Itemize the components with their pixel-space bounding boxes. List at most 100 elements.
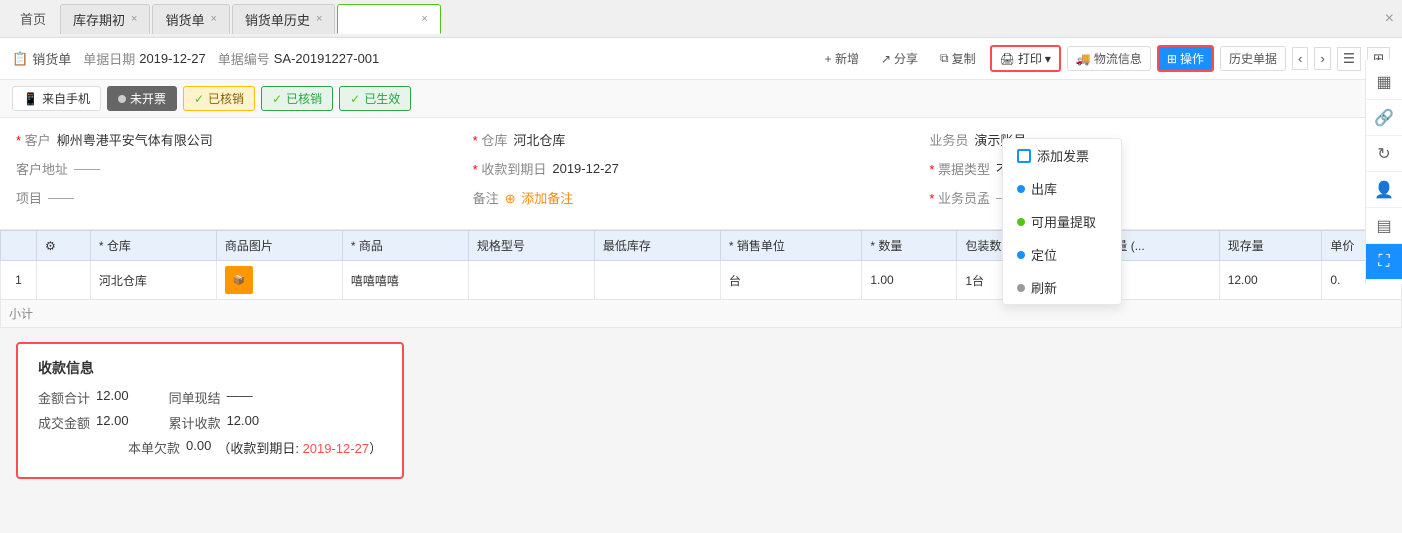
user-icon: 👤 — [1374, 180, 1394, 200]
toolbar: 📋 销货单 单据日期 2019-12-27 单据编号 SA-20191227-0… — [0, 38, 1402, 80]
refresh-label: 刷新 — [1031, 278, 1057, 297]
add-note-label: 添加备注 — [521, 191, 573, 206]
row-gear — [37, 261, 91, 300]
effective-icon: ✓ — [350, 92, 360, 106]
refresh-circle-icon: ↻ — [1377, 144, 1390, 164]
sidebar-expand-button[interactable]: ⛶ — [1366, 244, 1402, 280]
add-invoice-item[interactable]: 添加发票 — [1003, 139, 1121, 172]
warehouse-field: 仓库 河北仓库 — [473, 130, 930, 149]
sidebar-table-button[interactable]: ▤ — [1366, 208, 1402, 244]
next-button[interactable]: › — [1314, 47, 1330, 70]
add-invoice-label: 添加发票 — [1037, 146, 1089, 165]
print-dropdown-icon: ▾ — [1045, 52, 1051, 66]
payment-row-2: 成交金额 12.00 累计收款 12.00 — [38, 413, 382, 432]
history-button[interactable]: 历史单据 — [1220, 46, 1286, 71]
window-close-button[interactable]: × — [1385, 10, 1394, 28]
list-layout-button[interactable]: ☰ — [1337, 47, 1361, 71]
same-order-value: —— — [227, 388, 253, 407]
tab-sales-history-label: 销货单历史 — [245, 10, 310, 29]
stock-out-item[interactable]: 出库 — [1003, 172, 1121, 205]
salesperson2-field: 业务员孟 —— — [929, 188, 1386, 207]
same-order-label: 同单现结 — [169, 388, 221, 407]
checked-icon: ✓ — [194, 92, 204, 106]
form-row-2: 客户地址 —— 收款到期日 2019-12-27 票据类型 不开票 — [16, 159, 1386, 178]
copy-label: 复制 — [952, 50, 976, 67]
not-open-button[interactable]: 未开票 — [107, 86, 177, 111]
prev-button[interactable]: ‹ — [1292, 47, 1308, 70]
salesperson-field: 业务员 演示账号 — [929, 130, 1386, 149]
locate-label: 定位 — [1031, 245, 1057, 264]
table-row: 1 河北仓库 📦 嘻嘻嘻嘻 台 1.00 1台 12.00 0. — [1, 261, 1402, 300]
tab-sales-history-close[interactable]: × — [316, 13, 322, 25]
customer-value: 柳州粤港平安气体有限公司 — [57, 130, 213, 149]
checked-button[interactable]: ✓ 已核销 — [183, 86, 255, 111]
payment-title: 收款信息 — [38, 358, 382, 378]
add-note-button[interactable]: ⊕ 添加备注 — [505, 188, 574, 207]
tab-inventory-init[interactable]: 库存期初 × — [60, 4, 150, 34]
locate-item[interactable]: 定位 — [1003, 238, 1121, 271]
col-num-header — [1, 231, 37, 261]
new-button[interactable]: + 新增 — [817, 47, 867, 70]
tab-view-sales-close[interactable]: × — [421, 13, 427, 25]
sidebar-user-button[interactable]: 👤 — [1366, 172, 1402, 208]
address-label: 客户地址 — [16, 159, 68, 178]
from-phone-label: 来自手机 — [42, 90, 90, 107]
payment-date-value: 2019-12-27 — [552, 161, 619, 176]
col-qty-header: * 数量 — [862, 231, 957, 261]
tab-sales-order[interactable]: 销货单 × — [152, 4, 229, 34]
row-unit: 台 — [720, 261, 862, 300]
doc-number-label: 单据编号 — [218, 49, 270, 68]
sidebar-link-button[interactable]: 🔗 — [1366, 100, 1402, 136]
warehouse-value: 河北仓库 — [513, 130, 565, 149]
col-warehouse-header: * 仓库 — [90, 231, 216, 261]
copy-button[interactable]: ⧉ 复制 — [932, 47, 984, 70]
locate-icon — [1017, 251, 1025, 259]
operate-icon: ⊞ — [1167, 52, 1177, 66]
subtotal-label: 小计 — [1, 300, 1402, 328]
total-amount-label: 金额合计 — [38, 388, 90, 407]
print-button[interactable]: 🖨 打印 ▾ — [990, 45, 1061, 72]
subtotal-row: 小计 — [1, 300, 1402, 328]
logistics-icon: 🚚 — [1076, 52, 1091, 66]
tab-sales-order-close[interactable]: × — [210, 13, 216, 25]
total-received-value: 12.00 — [227, 413, 260, 432]
note-label: 备注 — [473, 188, 499, 207]
overdue-note: （收款到期日: 2019-12-27） — [217, 438, 382, 457]
tab-home[interactable]: 首页 — [8, 4, 58, 34]
effective-label: 已生效 — [364, 90, 400, 107]
logistics-button[interactable]: 🚚 物流信息 — [1067, 46, 1151, 71]
doc-number-field: 单据编号 SA-20191227-001 — [218, 49, 380, 68]
overdue-label: 本单欠款 — [128, 438, 180, 457]
col-min-stock-header: 最低库存 — [594, 231, 720, 261]
due-date: 2019-12-27 — [303, 441, 370, 456]
refresh-item[interactable]: 刷新 — [1003, 271, 1121, 304]
deal-amount-item: 成交金额 12.00 — [38, 413, 129, 432]
sold-button[interactable]: ✓ 已核销 — [261, 86, 333, 111]
row-num: 1 — [1, 261, 37, 300]
invoice-type-field: 票据类型 不开票 — [929, 159, 1386, 178]
from-phone-button[interactable]: 📱 来自手机 — [12, 86, 101, 111]
project-label: 项目 — [16, 188, 42, 207]
right-sidebar: ▦ 🔗 ↻ 👤 ▤ ⛶ — [1365, 60, 1402, 284]
dot-icon — [118, 95, 126, 103]
tab-inventory-init-close[interactable]: × — [131, 13, 137, 25]
tab-view-sales[interactable]: 查看销货单 × — [337, 4, 440, 34]
tab-view-sales-label: 查看销货单 — [350, 10, 415, 29]
same-order-item: 同单现结 —— — [169, 388, 253, 407]
tab-sales-history[interactable]: 销货单历史 × — [232, 4, 335, 34]
sidebar-scan-button[interactable]: ▦ — [1366, 64, 1402, 100]
invoice-type-label: 票据类型 — [929, 159, 990, 178]
available-qty-item[interactable]: 可用量提取 — [1003, 205, 1121, 238]
form-row-3: 项目 —— 备注 ⊕ 添加备注 业务员孟 —— — [16, 188, 1386, 207]
available-qty-icon — [1017, 218, 1025, 226]
table-header-row: ⚙ * 仓库 商品图片 * 商品 规格型号 最低库存 * 销售单位 * 数量 包… — [1, 231, 1402, 261]
product-image: 📦 — [225, 266, 253, 294]
share-button[interactable]: ↗ 分享 — [873, 47, 926, 70]
effective-button[interactable]: ✓ 已生效 — [339, 86, 411, 111]
project-value: —— — [48, 190, 74, 205]
operate-button[interactable]: ⊞ 操作 — [1157, 45, 1214, 72]
sidebar-refresh-button[interactable]: ↻ — [1366, 136, 1402, 172]
salesperson-label: 业务员 — [929, 130, 968, 149]
payment-wrapper: 收款信息 金额合计 12.00 同单现结 —— 成交金额 12.00 累计收款 — [0, 328, 1402, 493]
main-content: 📋 销货单 单据日期 2019-12-27 单据编号 SA-20191227-0… — [0, 38, 1402, 533]
